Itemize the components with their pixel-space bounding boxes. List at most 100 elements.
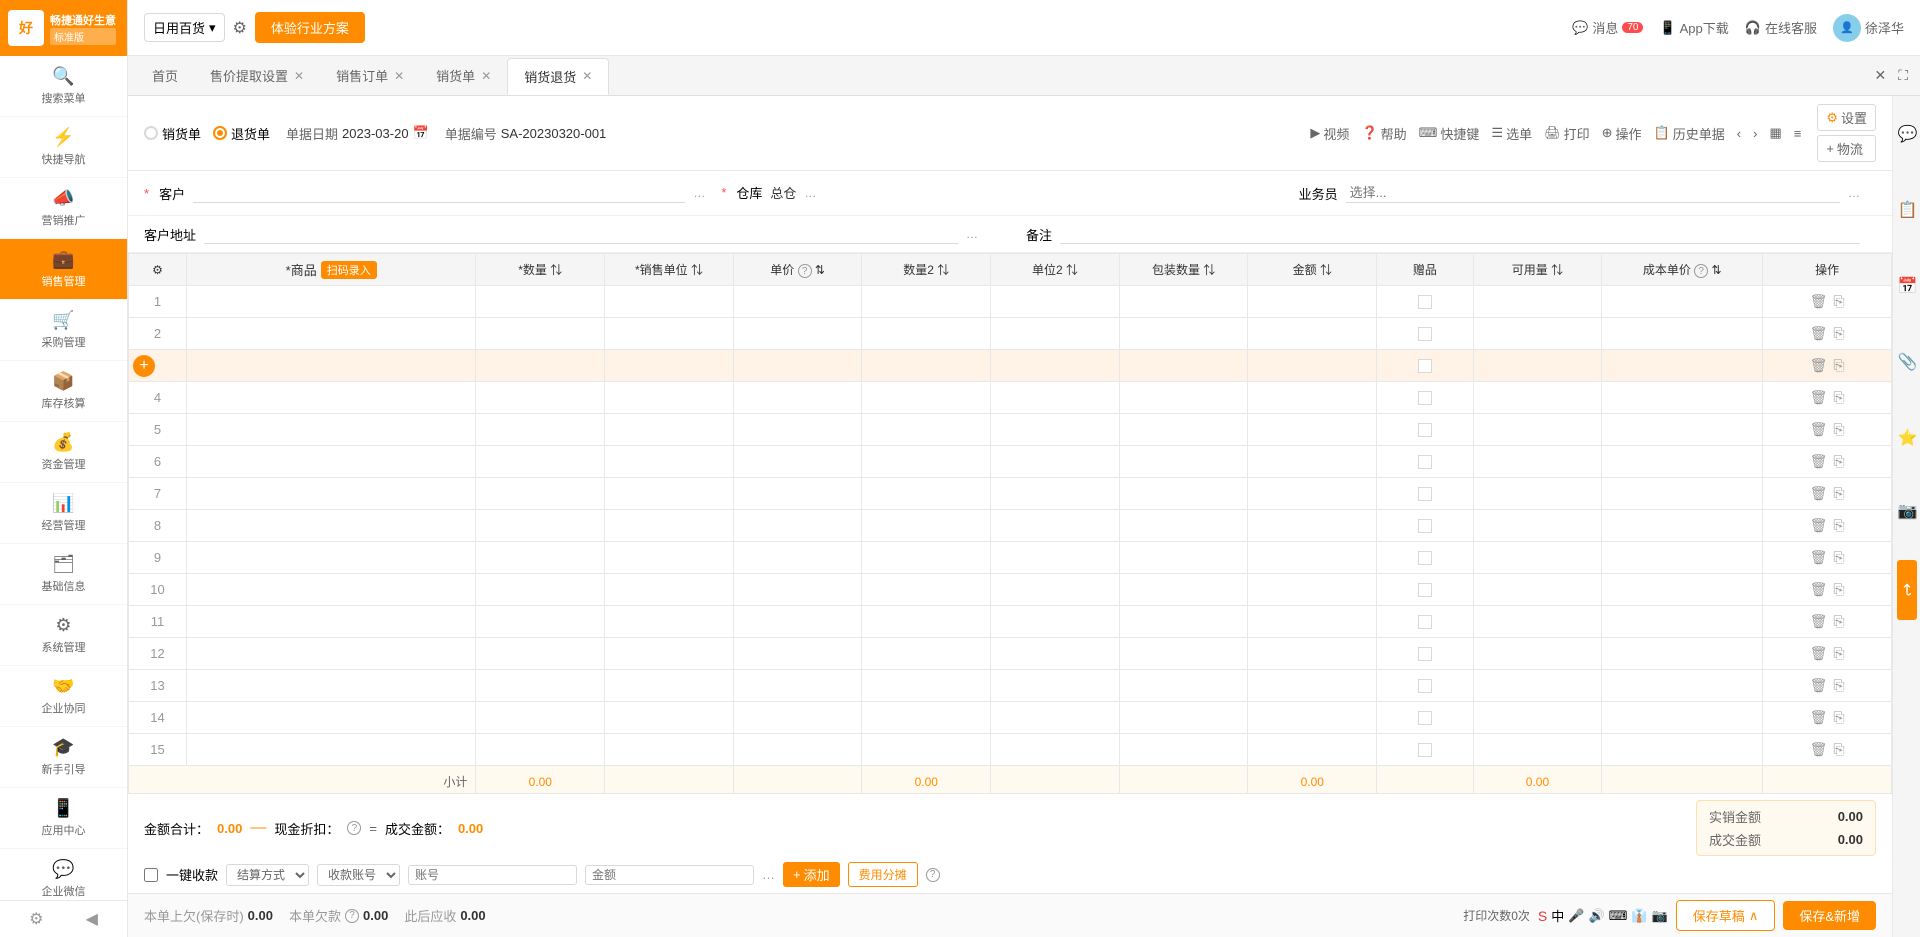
qty2-cell[interactable] <box>862 510 991 542</box>
copy-row-btn[interactable]: ⎘ <box>1833 293 1844 310</box>
radio-return[interactable]: 退货单 <box>213 124 270 143</box>
unit2-cell[interactable] <box>991 638 1120 670</box>
cost-cell[interactable] <box>1602 606 1763 638</box>
shortcut-btn[interactable]: ⌨ 快捷键 <box>1419 124 1480 143</box>
delete-row-btn[interactable]: 🗑 <box>1810 485 1828 502</box>
tab-close-price[interactable]: ✕ <box>294 69 304 83</box>
unit2-cell[interactable] <box>991 350 1120 382</box>
save-draft-btn[interactable]: 保存草稿 ∧ <box>1676 900 1776 931</box>
cost-cell[interactable] <box>1602 478 1763 510</box>
amount-cell[interactable] <box>1248 478 1377 510</box>
fee-split-btn[interactable]: 费用分摊 <box>848 862 918 887</box>
amount-cell[interactable] <box>1248 734 1377 766</box>
operations-btn[interactable]: ⊕ 操作 <box>1602 124 1642 143</box>
experience-btn[interactable]: 体验行业方案 <box>255 12 365 43</box>
unit-cell[interactable] <box>605 734 734 766</box>
pack-qty-cell[interactable] <box>1119 414 1248 446</box>
right-panel-attachment[interactable]: 📎 <box>1897 332 1917 392</box>
gift-cell[interactable] <box>1377 606 1474 638</box>
qty2-cell[interactable] <box>862 350 991 382</box>
sidebar-item-enterprise[interactable]: 🤝 企业协同 <box>0 666 127 727</box>
avail-cell[interactable] <box>1473 318 1602 350</box>
gift-cell[interactable] <box>1377 638 1474 670</box>
gift-checkbox[interactable] <box>1418 327 1432 341</box>
pack-qty-cell[interactable] <box>1119 670 1248 702</box>
cash-discount-info[interactable]: ? <box>347 821 361 835</box>
pack-qty-cell[interactable] <box>1119 286 1248 318</box>
gift-cell[interactable] <box>1377 414 1474 446</box>
qty-cell[interactable] <box>476 638 605 670</box>
delete-row-btn[interactable]: 🗑 <box>1810 581 1828 598</box>
gift-cell[interactable] <box>1377 510 1474 542</box>
product-cell[interactable] <box>186 542 476 574</box>
cost-cell[interactable] <box>1602 446 1763 478</box>
gift-checkbox[interactable] <box>1418 711 1432 725</box>
payment-method-select[interactable]: 结算方式 <box>226 864 309 886</box>
cost-cell[interactable] <box>1602 286 1763 318</box>
copy-row-btn[interactable]: ⎘ <box>1833 389 1844 406</box>
delete-row-btn[interactable]: 🗑 <box>1810 421 1828 438</box>
delete-row-btn[interactable]: 🗑 <box>1810 453 1828 470</box>
account-no-input[interactable] <box>408 865 577 885</box>
right-panel-todo[interactable]: 📋 <box>1897 180 1917 240</box>
product-cell[interactable] <box>186 574 476 606</box>
cost-cell[interactable] <box>1602 510 1763 542</box>
sidebar-item-apps[interactable]: 📱 应用中心 <box>0 788 127 849</box>
address-more-btn[interactable]: … <box>966 227 978 241</box>
unit-cell[interactable] <box>605 350 734 382</box>
qty-cell[interactable] <box>476 734 605 766</box>
app-download-btn[interactable]: 📱 App下载 <box>1659 18 1728 37</box>
amount-cell[interactable] <box>1248 286 1377 318</box>
price-cell[interactable] <box>733 702 862 734</box>
price-cell[interactable] <box>733 478 862 510</box>
delete-row-btn[interactable]: 🗑 <box>1810 549 1828 566</box>
product-cell[interactable] <box>186 702 476 734</box>
tab-sales-delivery[interactable]: 销货单 ✕ <box>420 58 507 93</box>
pack-qty-cell[interactable] <box>1119 350 1248 382</box>
cost-cell[interactable] <box>1602 638 1763 670</box>
add-payment-btn[interactable]: + 添加 <box>783 862 840 887</box>
messages-btn[interactable]: 💬 消息 70 <box>1572 18 1643 37</box>
pack-qty-cell[interactable] <box>1119 478 1248 510</box>
qty-cell[interactable] <box>476 606 605 638</box>
price-cell[interactable] <box>733 734 862 766</box>
unit-cell[interactable] <box>605 542 734 574</box>
unit2-cell[interactable] <box>991 606 1120 638</box>
sidebar-item-sales[interactable]: 💼 销售管理 <box>0 239 127 300</box>
right-panel-msg[interactable]: 💬 <box>1897 104 1917 164</box>
price-cell[interactable] <box>733 446 862 478</box>
qty2-cell[interactable] <box>862 318 991 350</box>
unit-cell[interactable] <box>605 606 734 638</box>
copy-row-btn[interactable]: ⎘ <box>1833 741 1844 758</box>
price-cell[interactable] <box>733 574 862 606</box>
delete-row-btn[interactable]: 🗑 <box>1810 517 1828 534</box>
tab-sales-order[interactable]: 销售订单 ✕ <box>320 58 420 93</box>
delete-row-btn[interactable]: 🗑 <box>1810 613 1828 630</box>
product-cell[interactable] <box>186 350 476 382</box>
gift-checkbox[interactable] <box>1418 455 1432 469</box>
fee-info-icon[interactable]: ? <box>926 868 940 882</box>
copy-row-btn[interactable]: ⎘ <box>1833 709 1844 726</box>
unit-cell[interactable] <box>605 478 734 510</box>
gear-icon[interactable]: ⚙ <box>233 18 247 38</box>
qty2-cell[interactable] <box>862 478 991 510</box>
product-cell[interactable] <box>186 638 476 670</box>
unit2-cell[interactable] <box>991 318 1120 350</box>
avail-cell[interactable] <box>1473 638 1602 670</box>
copy-row-btn[interactable]: ⎘ <box>1833 485 1844 502</box>
radio-sales[interactable]: 销货单 <box>144 124 201 143</box>
amount-cell[interactable] <box>1248 318 1377 350</box>
copy-row-btn[interactable]: ⎘ <box>1833 325 1844 342</box>
amount-input[interactable] <box>585 865 754 885</box>
pack-qty-cell[interactable] <box>1119 510 1248 542</box>
qty2-cell[interactable] <box>862 606 991 638</box>
product-cell[interactable] <box>186 478 476 510</box>
product-cell[interactable] <box>186 286 476 318</box>
gift-checkbox[interactable] <box>1418 615 1432 629</box>
right-panel-calendar[interactable]: 📅 <box>1897 256 1917 316</box>
price-cell[interactable] <box>733 542 862 574</box>
unit2-cell[interactable] <box>991 702 1120 734</box>
price-cell[interactable] <box>733 510 862 542</box>
customer-input[interactable] <box>193 183 685 203</box>
salesman-more-btn[interactable]: … <box>1848 186 1860 200</box>
